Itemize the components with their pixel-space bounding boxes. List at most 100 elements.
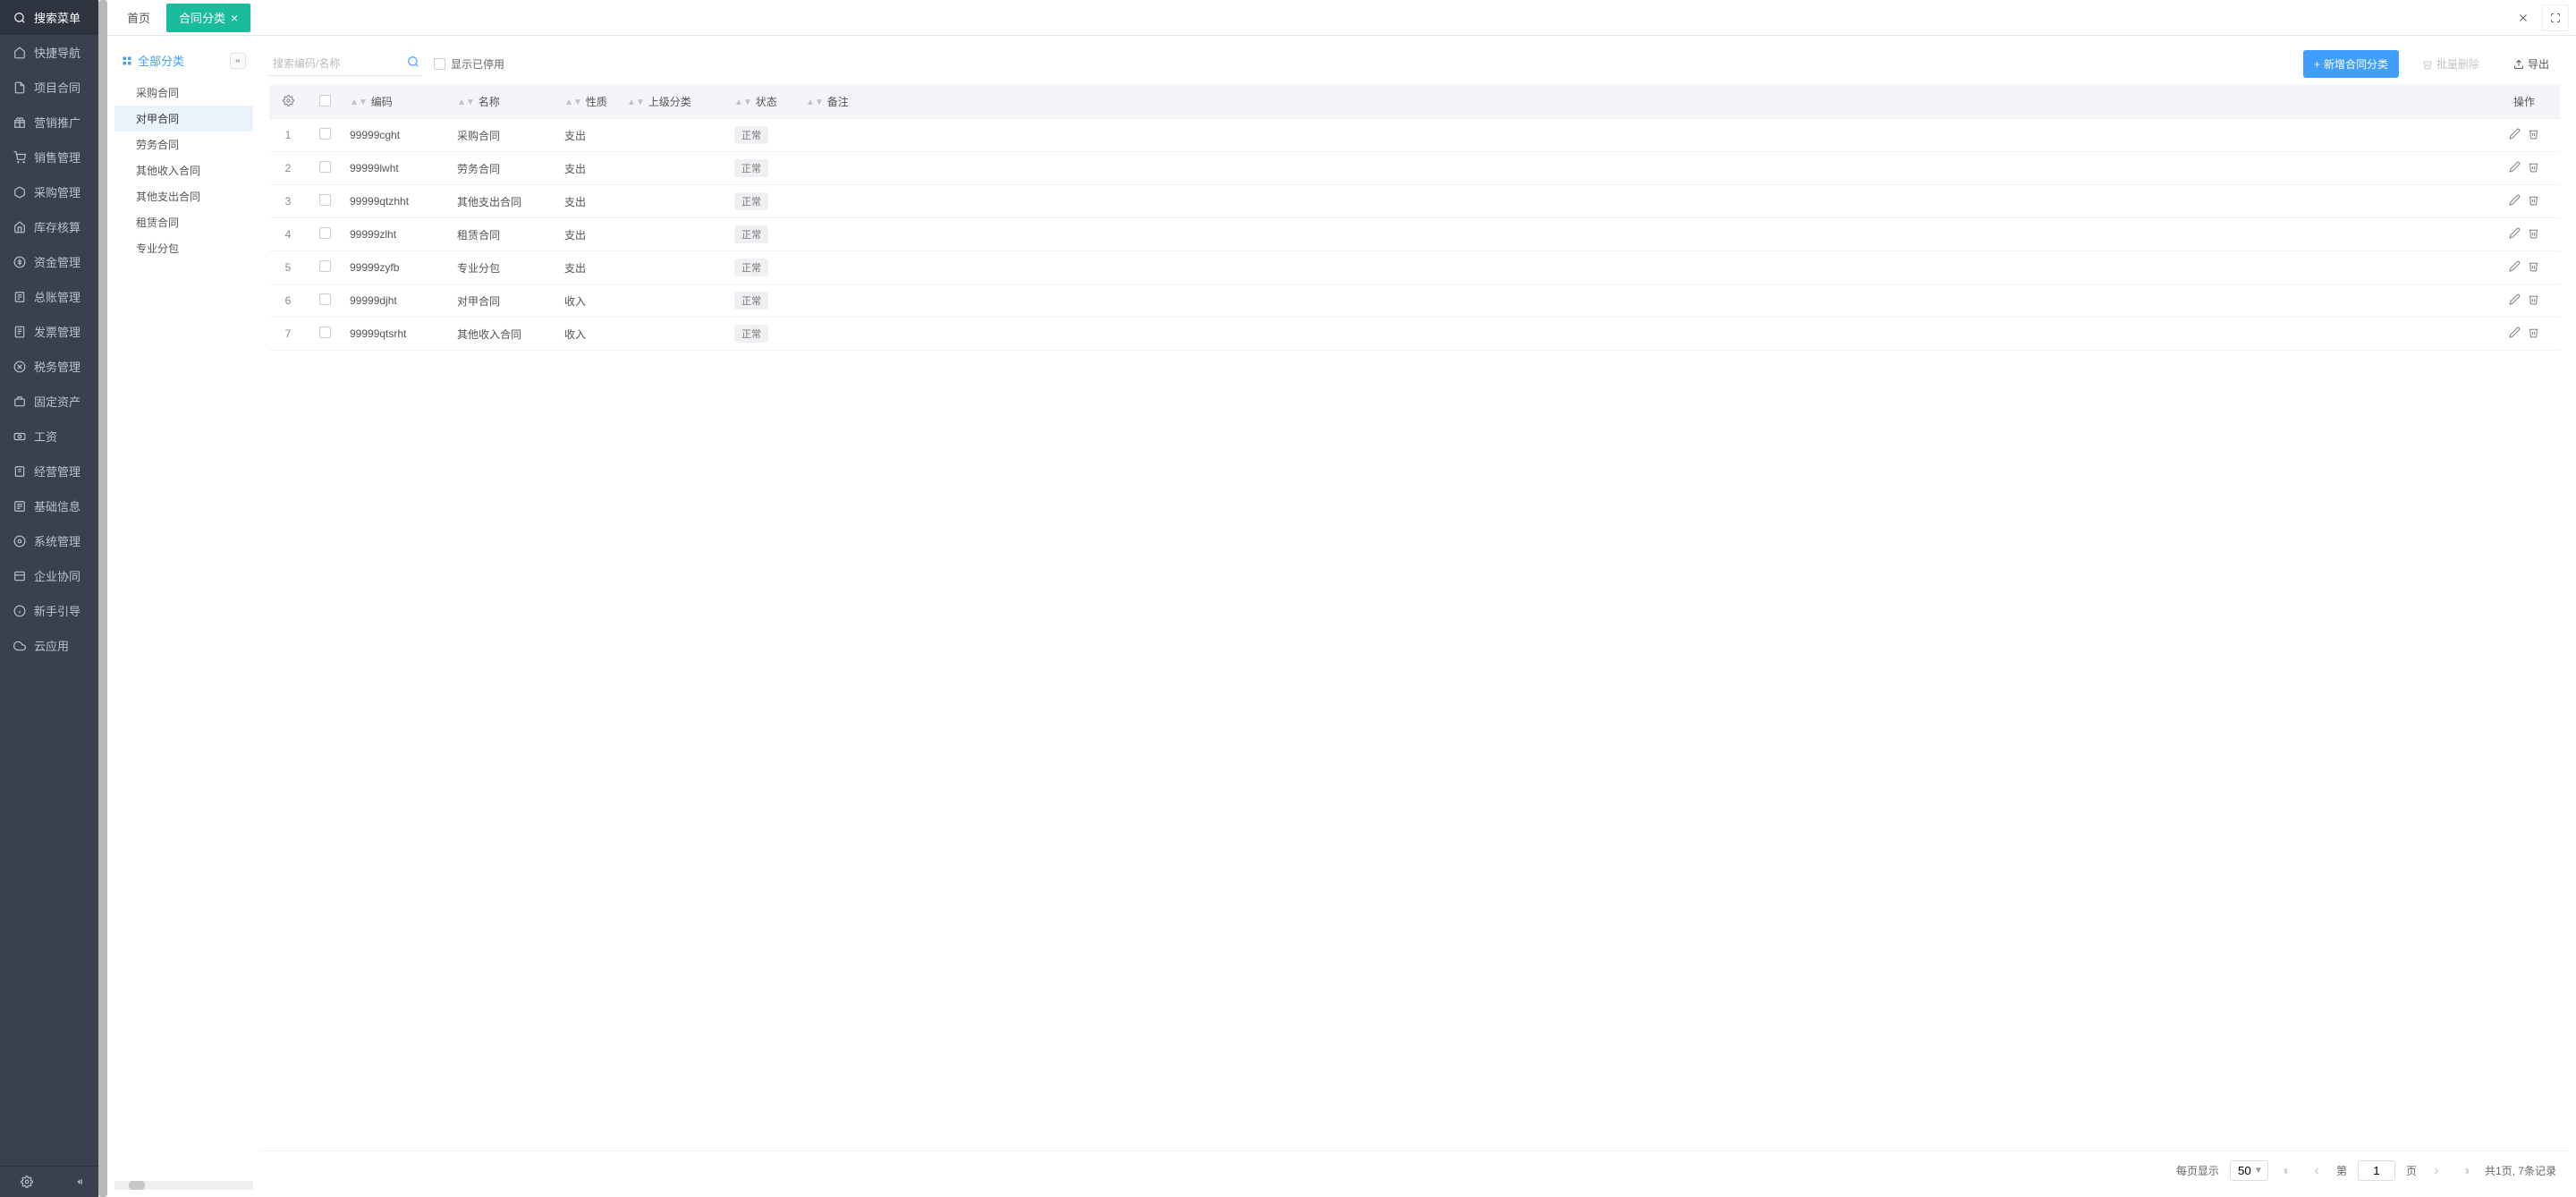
page-input[interactable] [2358, 1160, 2395, 1181]
tab-1[interactable]: 合同分类× [166, 4, 250, 32]
close-icon[interactable]: × [231, 11, 238, 25]
sidebar-item-16[interactable]: 企业协同 [0, 558, 107, 593]
sidebar-item-11[interactable]: 固定资产 [0, 384, 107, 419]
table-row: 699999djht对甲合同收入正常 [269, 284, 2560, 318]
batch-delete-button[interactable]: 批量删除 [2411, 50, 2490, 78]
column-status[interactable]: ▲▼状态 [727, 85, 799, 119]
sidebar-item-2[interactable]: 项目合同 [0, 70, 107, 105]
edit-icon[interactable] [2509, 293, 2521, 305]
column-parent[interactable]: ▲▼上级分类 [620, 85, 727, 119]
sidebar-item-8[interactable]: 总账管理 [0, 279, 107, 314]
fullscreen-button[interactable] [2542, 4, 2569, 31]
sidebar-item-6[interactable]: 库存核算 [0, 209, 107, 244]
cell-nature: 收入 [557, 318, 620, 351]
prev-page-button[interactable] [2308, 1162, 2326, 1180]
cell-status: 正常 [727, 318, 799, 351]
sidebar: 搜索菜单快捷导航项目合同营销推广销售管理采购管理库存核算资金管理总账管理发票管理… [0, 0, 107, 1197]
row-checkbox[interactable] [319, 227, 331, 239]
edit-icon[interactable] [2509, 128, 2521, 140]
column-code[interactable]: ▲▼编码 [343, 85, 450, 119]
row-checkbox[interactable] [319, 128, 331, 140]
per-page-select[interactable]: 50 [2230, 1160, 2268, 1181]
sidebar-item-5[interactable]: 采购管理 [0, 174, 107, 209]
sidebar-item-label: 企业协同 [34, 567, 80, 584]
sidebar-item-14[interactable]: 基础信息 [0, 488, 107, 523]
sidebar-item-17[interactable]: 新手引导 [0, 593, 107, 628]
edit-icon[interactable] [2509, 194, 2521, 206]
row-checkbox[interactable] [319, 260, 331, 272]
status-badge: 正常 [734, 192, 768, 210]
show-disabled-checkbox[interactable]: 显示已停用 [434, 56, 504, 72]
tree-title-text: 全部分类 [138, 52, 184, 69]
sidebar-item-4[interactable]: 销售管理 [0, 140, 107, 174]
row-checkbox[interactable] [319, 161, 331, 173]
sidebar-item-0[interactable]: 搜索菜单 [0, 0, 107, 35]
tree-item-4[interactable]: 其他支出合同 [114, 183, 253, 209]
gear-icon[interactable] [283, 95, 294, 106]
sidebar-item-12[interactable]: 工资 [0, 419, 107, 454]
toolbar: 显示已停用 + 新增合同分类 批量删除 [260, 43, 2569, 85]
delete-icon[interactable] [2528, 128, 2539, 140]
gift-icon [13, 115, 27, 130]
column-name[interactable]: ▲▼名称 [450, 85, 557, 119]
ledger-icon [13, 290, 27, 304]
search-icon[interactable] [407, 55, 419, 68]
sidebar-scrollbar[interactable] [98, 0, 107, 1197]
row-index: 1 [269, 119, 307, 152]
sidebar-item-1[interactable]: 快捷导航 [0, 35, 107, 70]
sidebar-item-13[interactable]: 经营管理 [0, 454, 107, 488]
tree-item-5[interactable]: 租赁合同 [114, 209, 253, 235]
system-icon [13, 534, 27, 548]
cell-nature: 支出 [557, 152, 620, 185]
edit-icon[interactable] [2509, 227, 2521, 239]
close-tab-button[interactable] [2510, 4, 2537, 31]
next-page-button[interactable] [2428, 1162, 2445, 1180]
cell-nature: 支出 [557, 119, 620, 152]
column-remark[interactable]: ▲▼备注 [799, 85, 2488, 119]
tree-horizontal-scrollbar[interactable] [114, 1181, 253, 1190]
tree-item-6[interactable]: 专业分包 [114, 235, 253, 261]
tree-title[interactable]: 全部分类 [122, 52, 184, 69]
invoice-icon [13, 325, 27, 339]
delete-icon[interactable] [2528, 260, 2539, 272]
select-all-checkbox[interactable] [319, 95, 331, 106]
column-nature[interactable]: ▲▼性质 [557, 85, 620, 119]
sidebar-item-10[interactable]: 税务管理 [0, 349, 107, 384]
row-checkbox[interactable] [319, 327, 331, 338]
sidebar-item-label: 搜索菜单 [34, 9, 80, 26]
sidebar-item-3[interactable]: 营销推广 [0, 105, 107, 140]
sidebar-item-label: 经营管理 [34, 463, 80, 480]
sidebar-item-9[interactable]: 发票管理 [0, 314, 107, 349]
delete-icon[interactable] [2528, 194, 2539, 206]
collapse-tree-button[interactable] [230, 53, 246, 69]
edit-icon[interactable] [2509, 260, 2521, 272]
sidebar-item-15[interactable]: 系统管理 [0, 523, 107, 558]
sidebar-item-18[interactable]: 云应用 [0, 628, 107, 663]
export-button[interactable]: 导出 [2503, 50, 2560, 78]
tree-item-1[interactable]: 对甲合同 [114, 106, 253, 132]
last-page-button[interactable] [2456, 1162, 2474, 1180]
add-contract-category-button[interactable]: + 新增合同分类 [2303, 50, 2399, 78]
checkbox-icon [434, 58, 445, 70]
first-page-button[interactable] [2279, 1162, 2297, 1180]
delete-icon[interactable] [2528, 327, 2539, 338]
sort-icon: ▲▼ [564, 100, 582, 105]
delete-icon[interactable] [2528, 293, 2539, 305]
home-icon [13, 46, 27, 60]
edit-icon[interactable] [2509, 161, 2521, 173]
tabs-bar: 首页合同分类× [107, 0, 2576, 36]
row-checkbox[interactable] [319, 293, 331, 305]
page-suffix: 页 [2406, 1163, 2417, 1178]
settings-button[interactable] [0, 1167, 54, 1197]
sidebar-item-7[interactable]: 资金管理 [0, 244, 107, 279]
tree-item-0[interactable]: 采购合同 [114, 80, 253, 106]
delete-icon[interactable] [2528, 227, 2539, 239]
search-input[interactable] [269, 52, 421, 76]
status-badge: 正常 [734, 325, 768, 343]
delete-icon[interactable] [2528, 161, 2539, 173]
tree-item-2[interactable]: 劳务合同 [114, 132, 253, 157]
tab-0[interactable]: 首页 [114, 4, 163, 32]
row-checkbox[interactable] [319, 194, 331, 206]
tree-item-3[interactable]: 其他收入合同 [114, 157, 253, 183]
edit-icon[interactable] [2509, 327, 2521, 338]
